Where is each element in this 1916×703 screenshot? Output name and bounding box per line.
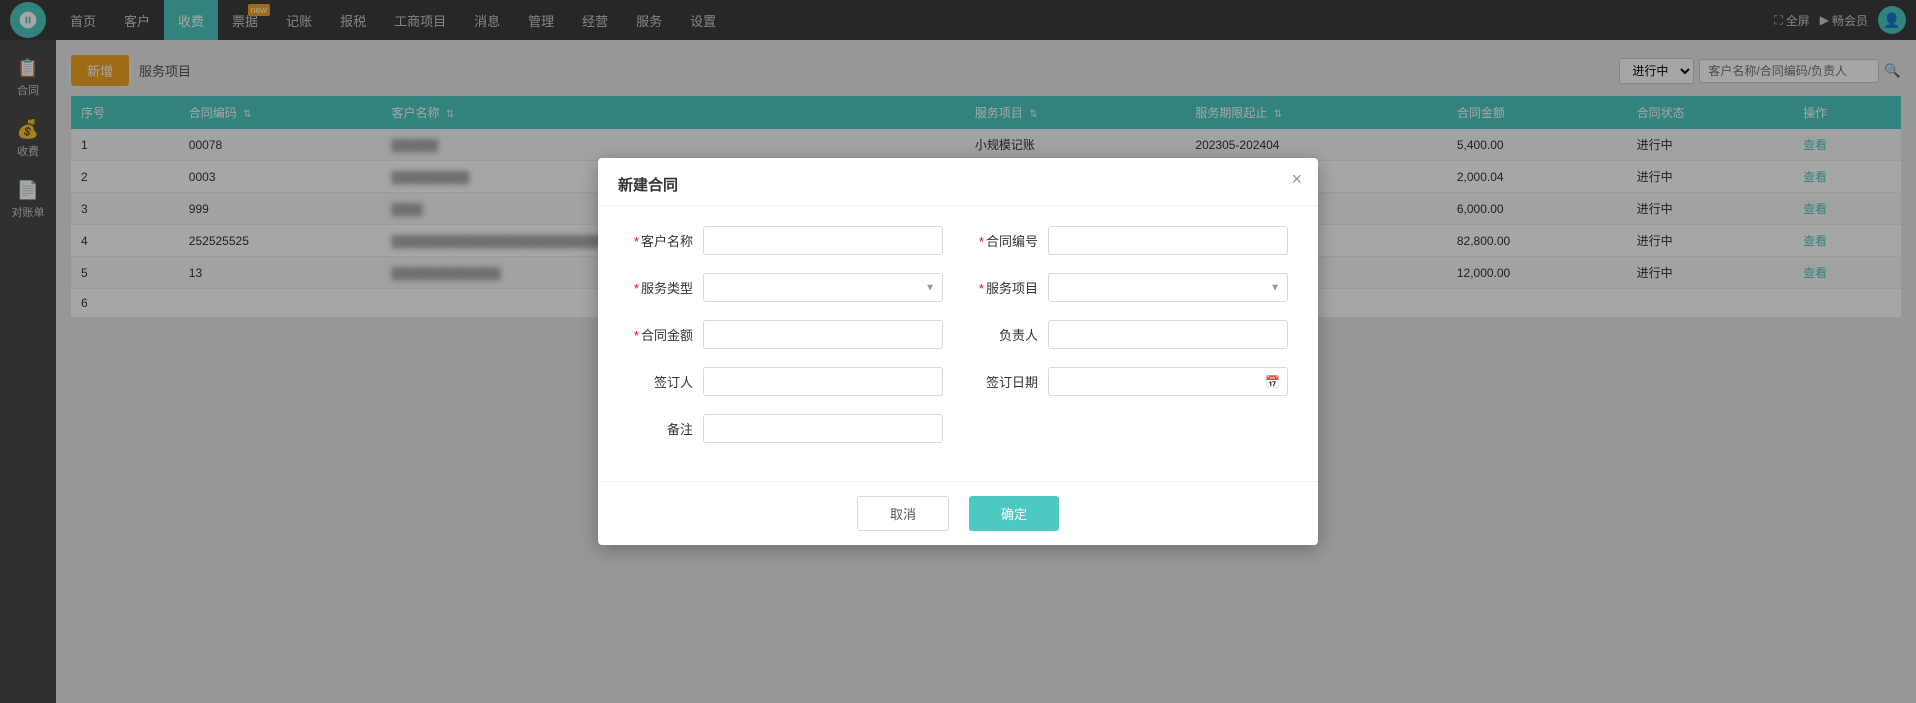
field-signatory: 签订人 <box>628 367 943 396</box>
field-amount: 合同金额 0.00 <box>628 320 943 349</box>
field-responsible: 负责人 <box>973 320 1288 349</box>
select-service-item[interactable] <box>1048 273 1288 302</box>
modal-close-button[interactable]: × <box>1291 170 1302 188</box>
label-amount: 合同金额 <box>628 325 693 344</box>
input-sign-date[interactable]: 2023-06-06 <box>1048 367 1288 396</box>
field-contract-no: 合同编号 <box>973 226 1288 255</box>
modal-overlay: 新建合同 × 客户名称 合同编号 服务类型 <box>0 0 1916 703</box>
field-service-type: 服务类型 ▼ <box>628 273 943 302</box>
label-responsible: 负责人 <box>973 325 1038 344</box>
label-remark: 备注 <box>628 419 693 438</box>
form-row-1: 客户名称 合同编号 <box>628 226 1288 255</box>
label-contract-no: 合同编号 <box>973 231 1038 250</box>
form-row-4: 签订人 签订日期 2023-06-06 📅 <box>628 367 1288 396</box>
label-customer-name: 客户名称 <box>628 231 693 250</box>
modal-header: 新建合同 × <box>598 158 1318 206</box>
input-amount[interactable]: 0.00 <box>703 320 943 349</box>
input-signatory[interactable] <box>703 367 943 396</box>
field-customer-name: 客户名称 <box>628 226 943 255</box>
label-sign-date: 签订日期 <box>973 372 1038 391</box>
label-service-item: 服务项目 <box>973 278 1038 297</box>
select-service-type[interactable] <box>703 273 943 302</box>
input-contract-no[interactable] <box>1048 226 1288 255</box>
modal-body: 客户名称 合同编号 服务类型 ▼ 服务项目 <box>598 206 1318 481</box>
modal-footer: 取消 确定 <box>598 481 1318 545</box>
service-type-select-wrap: ▼ <box>703 273 943 302</box>
field-sign-date: 签订日期 2023-06-06 📅 <box>973 367 1288 396</box>
sign-date-wrap: 2023-06-06 📅 <box>1048 367 1288 396</box>
label-service-type: 服务类型 <box>628 278 693 297</box>
form-row-5: 备注 <box>628 414 1288 443</box>
remark-spacer <box>973 414 1288 443</box>
cancel-button[interactable]: 取消 <box>857 496 949 531</box>
form-row-3: 合同金额 0.00 负责人 <box>628 320 1288 349</box>
form-row-2: 服务类型 ▼ 服务项目 ▼ <box>628 273 1288 302</box>
field-remark: 备注 <box>628 414 943 443</box>
service-item-select-wrap: ▼ <box>1048 273 1288 302</box>
modal-title: 新建合同 <box>618 177 678 194</box>
new-contract-modal: 新建合同 × 客户名称 合同编号 服务类型 <box>598 158 1318 545</box>
input-customer-name[interactable] <box>703 226 943 255</box>
field-service-item: 服务项目 ▼ <box>973 273 1288 302</box>
confirm-button[interactable]: 确定 <box>969 496 1059 531</box>
input-remark[interactable] <box>703 414 943 443</box>
label-signatory: 签订人 <box>628 372 693 391</box>
input-responsible[interactable] <box>1048 320 1288 349</box>
